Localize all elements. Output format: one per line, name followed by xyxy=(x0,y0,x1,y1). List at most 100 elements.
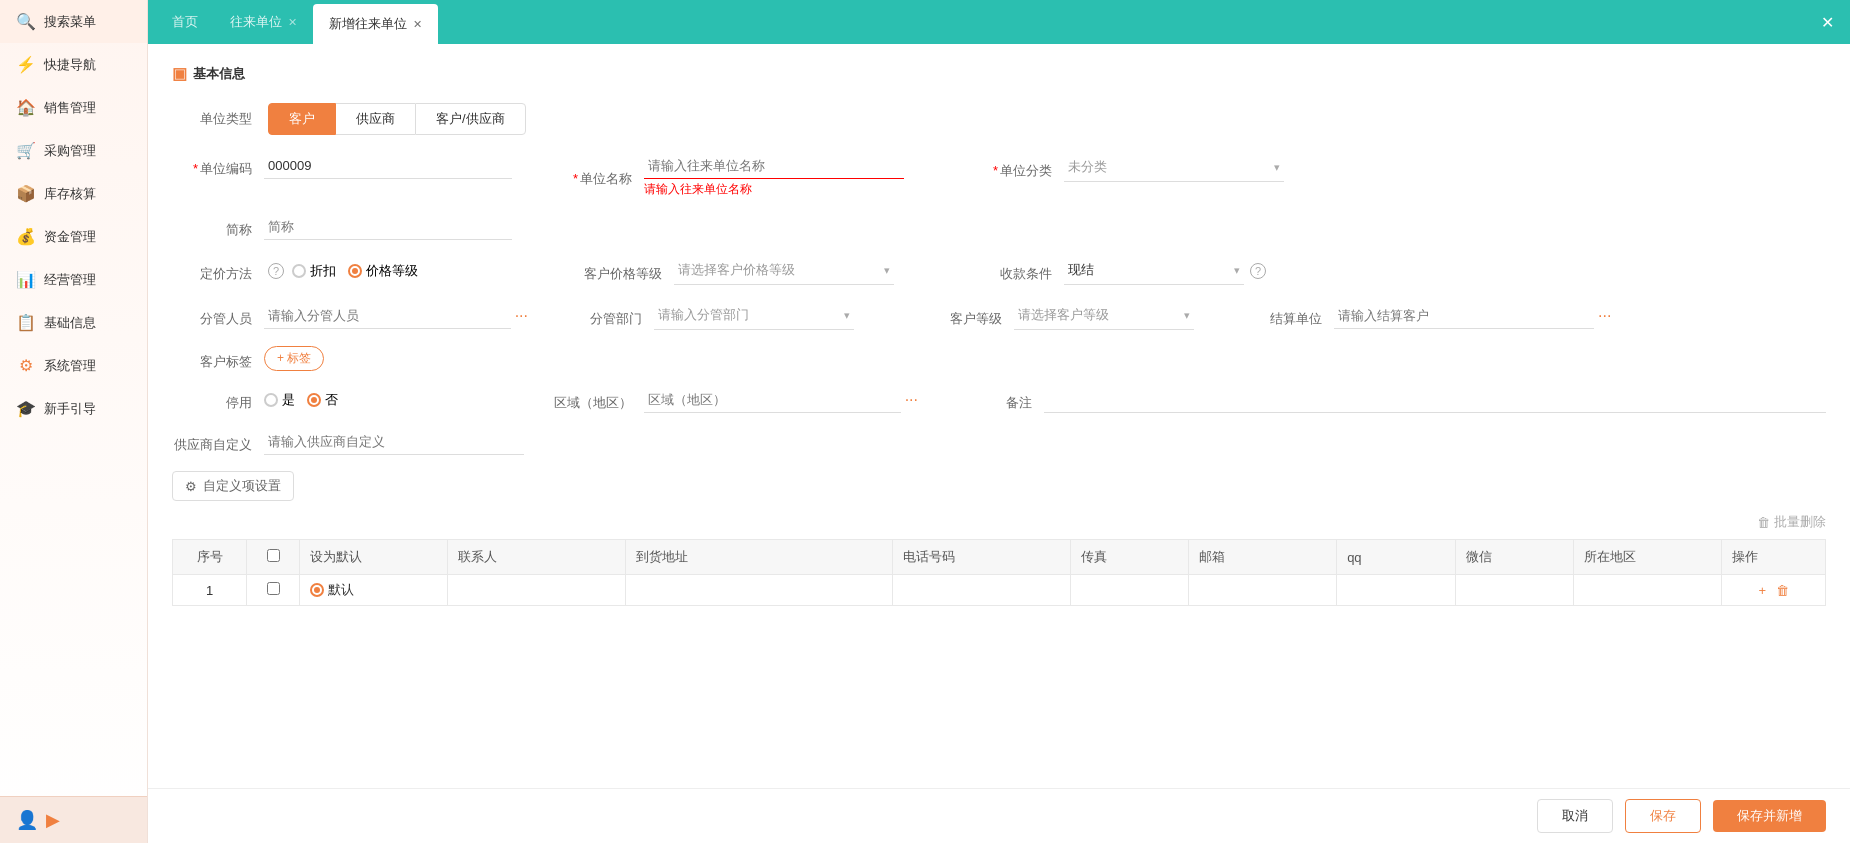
customer-price-field: 客户价格等级 请选择客户价格等级 ▾ xyxy=(572,256,952,285)
row-fax-input[interactable] xyxy=(1081,583,1178,598)
th-email: 邮箱 xyxy=(1189,540,1337,575)
sidebar-item-finance[interactable]: 💰 资金管理 xyxy=(0,215,147,258)
batch-delete-icon: 🗑 xyxy=(1757,515,1770,530)
custom-settings-icon: ⚙ xyxy=(185,479,197,494)
cancel-button[interactable]: 取消 xyxy=(1537,799,1613,833)
remark-field: 备注 xyxy=(952,387,1826,413)
tab-home[interactable]: 首页 xyxy=(156,0,214,44)
unit-type-label: 单位类型 xyxy=(172,110,252,128)
save-button[interactable]: 保存 xyxy=(1625,799,1701,833)
unit-name-input[interactable] xyxy=(644,153,904,179)
save-new-button[interactable]: 保存并新增 xyxy=(1713,800,1826,832)
disabled-field: 停用 是 否 xyxy=(172,388,512,412)
unit-category-select[interactable]: 未分类 ▾ xyxy=(1064,153,1284,182)
region-input-wrap xyxy=(644,387,901,413)
row-checkbox[interactable] xyxy=(267,582,280,595)
customer-level-select[interactable]: 请选择客户等级 ▾ xyxy=(1014,301,1194,330)
supplier-custom-input[interactable] xyxy=(264,429,524,455)
supplier-custom-field: 供应商自定义 xyxy=(172,429,572,455)
disabled-yes-label: 是 xyxy=(282,391,295,409)
row-delete-btn[interactable]: 🗑 xyxy=(1776,583,1789,598)
manager-field: 分管人员 ··· xyxy=(172,303,532,329)
region-dots-btn[interactable]: ··· xyxy=(901,391,922,409)
pricing-radio-level-label: 价格等级 xyxy=(366,262,418,280)
sidebar-label-newguide: 新手引导 xyxy=(44,400,96,418)
tab-home-label: 首页 xyxy=(172,13,198,31)
tab-partner-label: 往来单位 xyxy=(230,13,282,31)
sidebar-item-inventory[interactable]: 📦 库存核算 xyxy=(0,172,147,215)
sidebar-item-newguide[interactable]: 🎓 新手引导 xyxy=(0,387,147,430)
region-label: 区域（地区） xyxy=(542,388,632,412)
row-region-input[interactable] xyxy=(1584,583,1711,598)
customer-price-select[interactable]: 请选择客户价格等级 ▾ xyxy=(674,256,894,285)
settlement-dots-btn[interactable]: ··· xyxy=(1594,307,1615,325)
customer-price-label: 客户价格等级 xyxy=(572,259,662,283)
row-wechat-cell xyxy=(1455,575,1573,606)
region-input[interactable] xyxy=(644,387,901,413)
inventory-icon: 📦 xyxy=(16,184,36,203)
th-default: 设为默认 xyxy=(300,540,448,575)
payment-select[interactable]: 现结 ▾ xyxy=(1064,256,1244,285)
custom-settings-button[interactable]: ⚙ 自定义项设置 xyxy=(172,471,294,501)
th-phone: 电话号码 xyxy=(892,540,1070,575)
row-default-radio[interactable]: 默认 xyxy=(310,581,437,599)
tab-partner-close[interactable]: ✕ xyxy=(288,16,297,29)
pricing-radio-discount-label: 折扣 xyxy=(310,262,336,280)
finance-icon: 💰 xyxy=(16,227,36,246)
row-contact-input[interactable] xyxy=(458,583,615,598)
settlement-input-wrap xyxy=(1334,303,1594,329)
manager-input[interactable] xyxy=(264,303,511,329)
pricing-help-icon[interactable]: ? xyxy=(268,263,284,279)
type-btn-both[interactable]: 客户/供应商 xyxy=(415,103,526,135)
tabbar-close-btn[interactable]: ✕ xyxy=(1813,13,1842,32)
settlement-input[interactable] xyxy=(1334,303,1594,329)
th-qq: qq xyxy=(1337,540,1455,575)
form-row-5: 客户标签 + 标签 xyxy=(172,346,1826,371)
payment-help-icon[interactable]: ? xyxy=(1250,263,1266,279)
sidebar-item-system[interactable]: ⚙ 系统管理 xyxy=(0,344,147,387)
sidebar-footer: 👤 ▶ xyxy=(0,796,147,843)
remark-input[interactable] xyxy=(1044,387,1826,413)
select-all-checkbox[interactable] xyxy=(267,549,280,562)
sidebar-item-operations[interactable]: 📊 经营管理 xyxy=(0,258,147,301)
customer-level-chevron: ▾ xyxy=(1184,309,1190,322)
tab-new-partner-close[interactable]: ✕ xyxy=(413,18,422,31)
row-phone-input[interactable] xyxy=(903,583,1060,598)
sidebar-item-purchase[interactable]: 🛒 采购管理 xyxy=(0,129,147,172)
type-btn-customer[interactable]: 客户 xyxy=(268,103,336,135)
tab-new-partner[interactable]: 新增往来单位 ✕ xyxy=(313,4,438,44)
pricing-radio-discount[interactable]: 折扣 xyxy=(292,262,336,280)
disabled-radio-group: 是 否 xyxy=(264,391,338,409)
row-wechat-input[interactable] xyxy=(1466,583,1563,598)
form-row-4: 分管人员 ··· 分管部门 请输入分管部门 ▾ 客户等级 请选择客户等级 ▾ xyxy=(172,301,1826,330)
pricing-radio-level[interactable]: 价格等级 xyxy=(348,262,418,280)
dept-select[interactable]: 请输入分管部门 ▾ xyxy=(654,301,854,330)
row-qq-input[interactable] xyxy=(1347,583,1444,598)
sidebar-item-quicknav[interactable]: ⚡ 快捷导航 xyxy=(0,43,147,86)
sidebar-item-search[interactable]: 🔍 搜索菜单 xyxy=(0,0,147,43)
disabled-radio-yes[interactable]: 是 xyxy=(264,391,295,409)
type-btn-supplier[interactable]: 供应商 xyxy=(336,103,415,135)
sidebar-item-basicinfo[interactable]: 📋 基础信息 xyxy=(0,301,147,344)
tab-partner[interactable]: 往来单位 ✕ xyxy=(214,0,313,44)
row-email-input[interactable] xyxy=(1199,583,1326,598)
unit-code-label: 单位编码 xyxy=(172,154,252,178)
batch-delete-row[interactable]: 🗑 批量删除 xyxy=(172,513,1826,531)
newguide-icon: 🎓 xyxy=(16,399,36,418)
customer-price-placeholder: 请选择客户价格等级 xyxy=(678,261,884,279)
row-qq-cell xyxy=(1337,575,1455,606)
dept-chevron: ▾ xyxy=(844,309,850,322)
row-add-btn[interactable]: + xyxy=(1759,583,1767,598)
th-checkbox xyxy=(247,540,300,575)
add-tag-button[interactable]: + 标签 xyxy=(264,346,324,371)
alias-input[interactable] xyxy=(264,214,512,240)
unit-category-field: 单位分类 未分类 ▾ xyxy=(972,153,1332,182)
row-address-input[interactable] xyxy=(636,583,882,598)
alias-input-wrap xyxy=(264,214,512,240)
customer-price-chevron: ▾ xyxy=(884,264,890,277)
manager-dots-btn[interactable]: ··· xyxy=(511,307,532,325)
unit-code-input[interactable] xyxy=(264,153,512,179)
disabled-radio-no[interactable]: 否 xyxy=(307,391,338,409)
sidebar-item-sales[interactable]: 🏠 销售管理 xyxy=(0,86,147,129)
row-default-cell: 默认 xyxy=(300,575,448,606)
